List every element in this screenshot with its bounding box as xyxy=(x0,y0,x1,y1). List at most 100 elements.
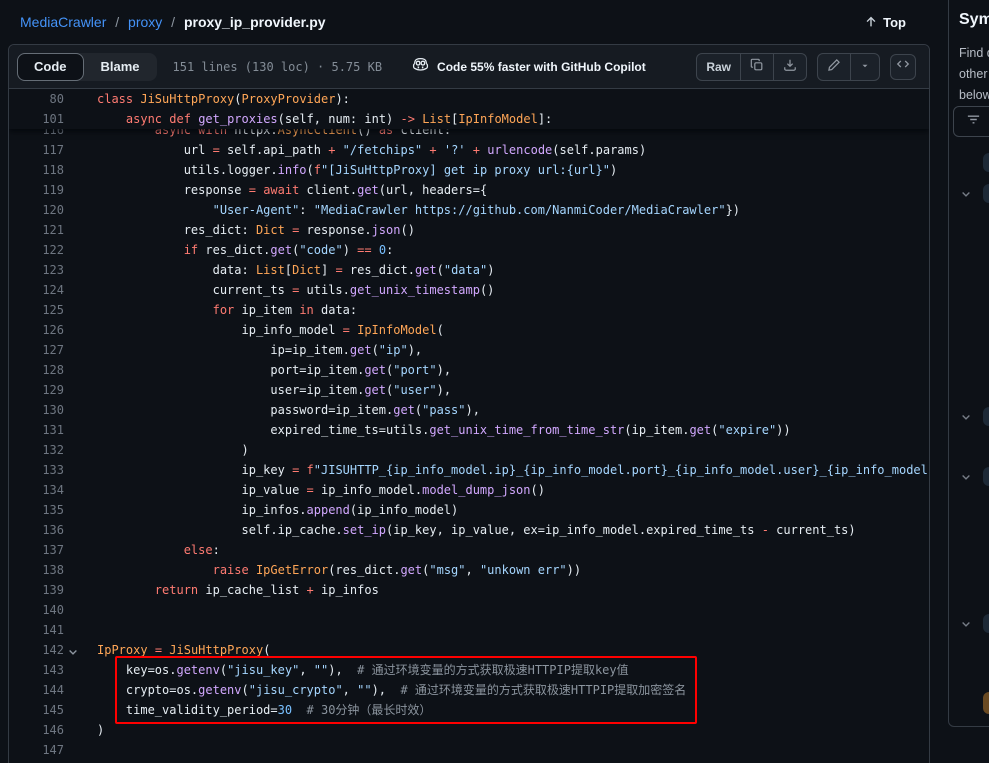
symbol-item-pill[interactable] xyxy=(983,467,989,486)
line-number[interactable]: 123 xyxy=(9,260,81,280)
toolbar-actions: Raw xyxy=(696,53,916,81)
line-number[interactable]: 146 xyxy=(9,720,81,740)
line-number[interactable]: 130 xyxy=(9,400,81,420)
code-text: ip_info_model = IpInfoModel( xyxy=(81,320,929,340)
line-number[interactable]: 139 xyxy=(9,580,81,600)
code-symbols-icon xyxy=(896,57,910,76)
symbols-panel-toggle[interactable] xyxy=(890,54,916,80)
line-number[interactable]: 125 xyxy=(9,300,81,320)
arrow-up-icon xyxy=(864,15,878,29)
code-text: ip_value = ip_info_model.model_dump_json… xyxy=(81,480,929,500)
symbol-item-pill[interactable] xyxy=(983,153,989,172)
code-text: data: List[Dict] = res_dict.get("data") xyxy=(81,260,929,280)
code-text: expired_time_ts=utils.get_unix_time_from… xyxy=(81,420,929,440)
code-line: 127 ip=ip_item.get("ip"), xyxy=(9,340,929,360)
line-number[interactable]: 127 xyxy=(9,340,81,360)
code-line: 122 if res_dict.get("code") == 0: xyxy=(9,240,929,260)
code-text: raise IpGetError(res_dict.get("msg", "un… xyxy=(81,560,929,580)
code-text: self.ip_cache.set_ip(ip_key, ip_value, e… xyxy=(81,520,929,540)
code-line: 119 response = await client.get(url, hea… xyxy=(9,180,929,200)
code-text: ) xyxy=(81,440,929,460)
code-text xyxy=(81,620,929,640)
code-line: 101 async def get_proxies(self, num: int… xyxy=(9,109,929,129)
code-area: 80class JiSuHttpProxy(ProxyProvider):101… xyxy=(9,89,929,763)
line-number[interactable]: 120 xyxy=(9,200,81,220)
line-number[interactable]: 137 xyxy=(9,540,81,560)
copilot-banner[interactable]: Code 55% faster with GitHub Copilot xyxy=(412,56,646,78)
line-number[interactable]: 136 xyxy=(9,520,81,540)
line-number[interactable]: 138 xyxy=(9,560,81,580)
line-number[interactable]: 144 xyxy=(9,680,81,700)
symbol-item-pill-active[interactable] xyxy=(983,692,989,714)
chevron-down-icon[interactable] xyxy=(960,187,972,199)
download-icon xyxy=(783,58,797,75)
line-number[interactable]: 117 xyxy=(9,140,81,160)
code-text: crypto=os.getenv("jisu_crypto", ""), # 通… xyxy=(81,680,929,700)
file-info-text: 151 lines (130 loc) · 5.75 KB xyxy=(173,60,383,74)
code-text: "User-Agent": "MediaCrawler https://gith… xyxy=(81,200,929,220)
filter-icon xyxy=(966,112,981,132)
code-line: 140 xyxy=(9,600,929,620)
code-text: response = await client.get(url, headers… xyxy=(81,180,929,200)
line-number[interactable]: 124 xyxy=(9,280,81,300)
code-text: else: xyxy=(81,540,929,560)
line-number[interactable]: 116 xyxy=(9,129,81,140)
code-text: current_ts = utils.get_unix_timestamp() xyxy=(81,280,929,300)
back-to-top-link[interactable]: Top xyxy=(864,0,906,44)
line-number[interactable]: 143 xyxy=(9,660,81,680)
line-number[interactable]: 128 xyxy=(9,360,81,380)
code-line: 133 ip_key = f"JISUHTTP_{ip_info_model.i… xyxy=(9,460,929,480)
breadcrumb-repo-link[interactable]: MediaCrawler xyxy=(20,14,106,30)
copy-button[interactable] xyxy=(740,54,773,80)
symbols-desc-line: below or in the code. xyxy=(959,85,989,106)
tab-blame[interactable]: Blame xyxy=(84,53,157,81)
code-text xyxy=(81,740,929,760)
edit-dropdown-button[interactable] xyxy=(850,54,879,80)
edit-button-group xyxy=(817,53,880,81)
download-button[interactable] xyxy=(773,54,806,80)
code-text: res_dict: Dict = response.json() xyxy=(81,220,929,240)
code-line: 147 xyxy=(9,740,929,760)
tab-code[interactable]: Code xyxy=(17,53,84,81)
line-number[interactable]: 134 xyxy=(9,480,81,500)
edit-pencil-icon xyxy=(827,58,841,75)
collapse-chevron-icon[interactable] xyxy=(67,644,79,656)
line-number[interactable]: 133 xyxy=(9,460,81,480)
line-number[interactable]: 141 xyxy=(9,620,81,640)
line-number[interactable]: 135 xyxy=(9,500,81,520)
code-line: 138 raise IpGetError(res_dict.get("msg",… xyxy=(9,560,929,580)
code-line: 120 "User-Agent": "MediaCrawler https://… xyxy=(9,200,929,220)
symbols-panel-title: Symbols xyxy=(959,11,989,29)
line-number[interactable]: 121 xyxy=(9,220,81,240)
line-number[interactable]: 132 xyxy=(9,440,81,460)
breadcrumb-folder-link[interactable]: proxy xyxy=(128,14,162,30)
line-number[interactable]: 145 xyxy=(9,700,81,720)
file-toolbar: Code Blame 151 lines (130 loc) · 5.75 KB… xyxy=(9,45,929,89)
symbol-item-pill[interactable] xyxy=(983,407,989,426)
code-text: key=os.getenv("jisu_key", ""), # 通过环境变量的… xyxy=(81,660,929,680)
symbols-filter-button[interactable] xyxy=(953,106,989,137)
line-number[interactable]: 118 xyxy=(9,160,81,180)
line-number[interactable]: 101 xyxy=(9,109,81,129)
line-number[interactable]: 126 xyxy=(9,320,81,340)
symbol-item-pill[interactable] xyxy=(983,614,989,633)
code-text: async with httpx.AsyncClient() as client… xyxy=(81,129,929,140)
line-number[interactable]: 129 xyxy=(9,380,81,400)
symbol-item-pill[interactable] xyxy=(983,184,989,203)
code-line: 118 utils.logger.info(f"[JiSuHttpProxy] … xyxy=(9,160,929,180)
line-number[interactable]: 131 xyxy=(9,420,81,440)
code-text: IpProxy = JiSuHttpProxy( xyxy=(81,640,929,660)
line-number[interactable]: 119 xyxy=(9,180,81,200)
code-text: class JiSuHttpProxy(ProxyProvider): xyxy=(81,89,929,109)
line-number[interactable]: 80 xyxy=(9,89,81,109)
chevron-down-icon[interactable] xyxy=(960,617,972,629)
raw-button[interactable]: Raw xyxy=(697,54,740,80)
code-text xyxy=(81,600,929,620)
chevron-down-icon[interactable] xyxy=(960,470,972,482)
line-number[interactable]: 140 xyxy=(9,600,81,620)
chevron-down-icon[interactable] xyxy=(960,410,972,422)
line-number[interactable]: 147 xyxy=(9,740,81,760)
line-number[interactable]: 122 xyxy=(9,240,81,260)
edit-button[interactable] xyxy=(818,54,850,80)
code-text: if res_dict.get("code") == 0: xyxy=(81,240,929,260)
